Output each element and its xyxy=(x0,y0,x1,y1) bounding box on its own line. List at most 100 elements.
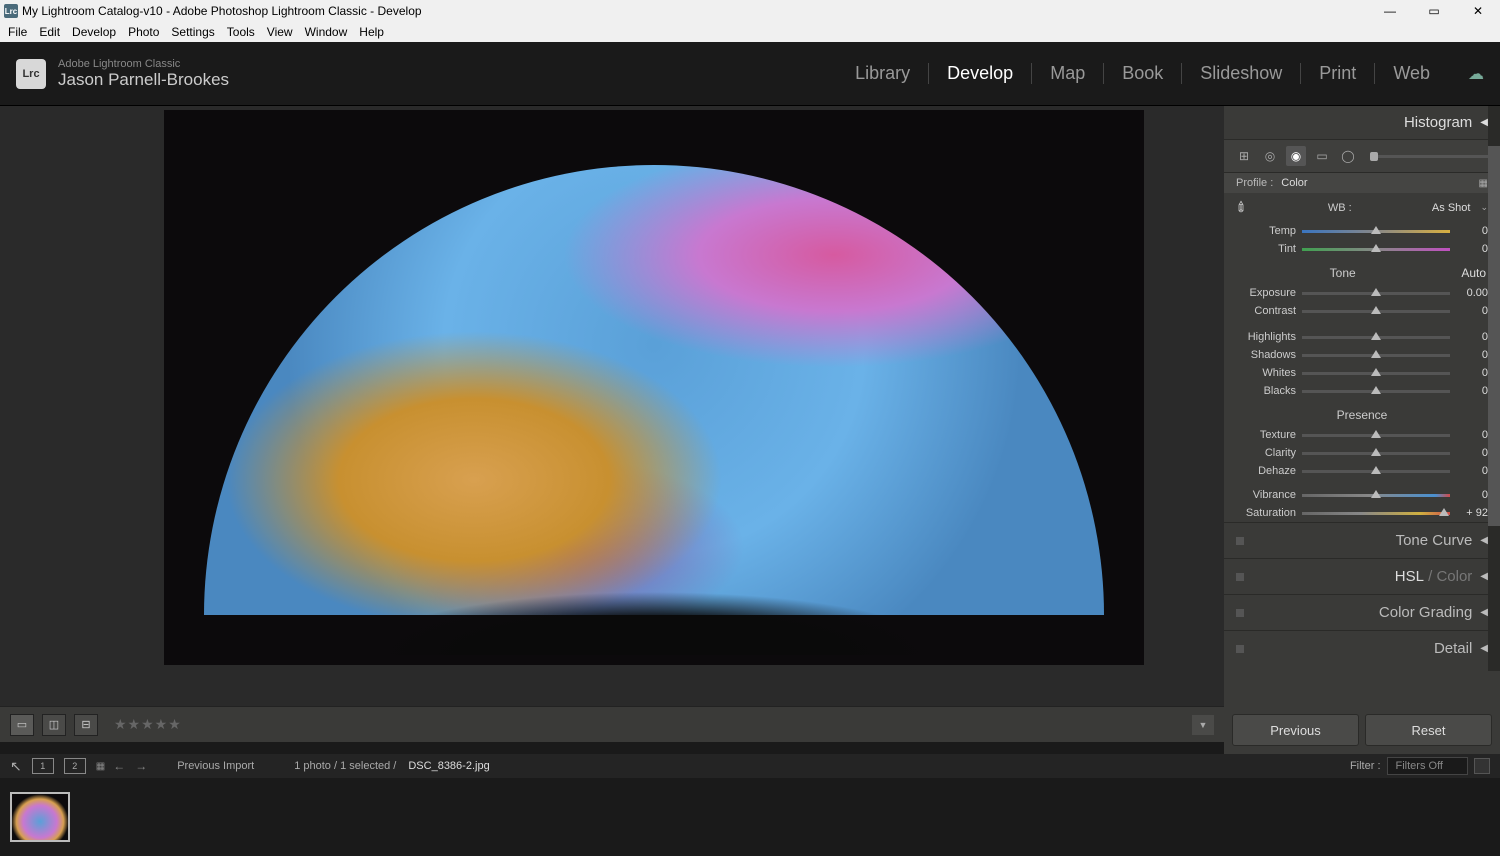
photo-count: 1 photo / 1 selected / xyxy=(294,760,396,772)
thumbnail[interactable] xyxy=(10,792,70,842)
clarity-slider[interactable] xyxy=(1302,452,1450,455)
minimize-icon[interactable]: — xyxy=(1380,4,1400,18)
texture-value[interactable]: 0 xyxy=(1456,429,1488,441)
whites-slider[interactable] xyxy=(1302,372,1450,375)
shadows-value[interactable]: 0 xyxy=(1456,349,1488,361)
maximize-icon[interactable]: ▭ xyxy=(1424,4,1444,18)
dehaze-slider[interactable] xyxy=(1302,470,1450,473)
hsl-color-panel[interactable]: HSL / Color◀ xyxy=(1224,558,1500,594)
module-book[interactable]: Book xyxy=(1103,63,1181,84)
menubar: File Edit Develop Photo Settings Tools V… xyxy=(0,22,1500,42)
collapse-icon: ◀ xyxy=(1480,571,1488,582)
highlights-value[interactable]: 0 xyxy=(1456,331,1488,343)
menu-window[interactable]: Window xyxy=(301,25,352,39)
blacks-label: Blacks xyxy=(1236,385,1296,397)
filter-label: Filter : xyxy=(1350,760,1381,772)
toolbar-menu-icon[interactable]: ▼ xyxy=(1192,715,1214,735)
module-map[interactable]: Map xyxy=(1031,63,1103,84)
tint-slider[interactable] xyxy=(1302,248,1450,251)
left-panel-collapsed[interactable] xyxy=(0,106,14,706)
panel-toggle-icon[interactable] xyxy=(1236,537,1244,545)
image-canvas[interactable] xyxy=(164,110,1144,665)
texture-slider[interactable] xyxy=(1302,434,1450,437)
clarity-value[interactable]: 0 xyxy=(1456,447,1488,459)
rating-stars[interactable]: ★★★★★ xyxy=(114,716,182,733)
mask-amount-slider[interactable] xyxy=(1370,155,1490,158)
cloud-sync-icon[interactable]: ☁ xyxy=(1468,64,1484,84)
tint-value[interactable]: 0 xyxy=(1456,243,1488,255)
source-label[interactable]: Previous Import xyxy=(177,760,254,772)
hsl-label: HSL xyxy=(1395,568,1424,585)
nav-back-icon[interactable]: ← xyxy=(113,759,125,773)
saturation-slider[interactable] xyxy=(1302,512,1450,515)
blacks-slider[interactable] xyxy=(1302,390,1450,393)
menu-edit[interactable]: Edit xyxy=(35,25,64,39)
wb-dropdown[interactable]: As Shot xyxy=(1432,202,1471,214)
loupe-view-button[interactable]: ▭ xyxy=(10,714,34,736)
module-slideshow[interactable]: Slideshow xyxy=(1181,63,1300,84)
before-after-lr-button[interactable]: ◫ xyxy=(42,714,66,736)
exposure-value[interactable]: 0.00 xyxy=(1456,287,1488,299)
histogram-panel-header[interactable]: Histogram ◀ xyxy=(1224,106,1500,139)
vibrance-slider[interactable] xyxy=(1302,494,1450,497)
product-name: Adobe Lightroom Classic xyxy=(58,58,229,70)
filter-dropdown[interactable]: Filters Off xyxy=(1387,757,1468,775)
temp-slider[interactable] xyxy=(1302,230,1450,233)
nav-forward-icon[interactable]: → xyxy=(135,759,147,773)
filmstrip[interactable] xyxy=(0,778,1500,856)
color-grading-panel[interactable]: Color Grading◀ xyxy=(1224,594,1500,630)
blacks-value[interactable]: 0 xyxy=(1456,385,1488,397)
menu-file[interactable]: File xyxy=(4,25,31,39)
previous-button[interactable]: Previous xyxy=(1232,714,1359,746)
highlights-label: Highlights xyxy=(1236,331,1296,343)
wb-eyedropper-icon[interactable]: ✐ xyxy=(1232,197,1252,217)
graduated-filter-icon[interactable]: ▭ xyxy=(1312,146,1332,166)
crop-tool-icon[interactable]: ⊞ xyxy=(1234,146,1254,166)
vibrance-value[interactable]: 0 xyxy=(1456,489,1488,501)
before-after-tb-button[interactable]: ⊟ xyxy=(74,714,98,736)
shadows-slider[interactable] xyxy=(1302,354,1450,357)
tone-curve-panel[interactable]: Tone Curve◀ xyxy=(1224,522,1500,558)
panel-buttons: Previous Reset xyxy=(1224,706,1500,754)
main-window-button[interactable]: 1 xyxy=(32,758,54,774)
exposure-slider[interactable] xyxy=(1302,292,1450,295)
menu-settings[interactable]: Settings xyxy=(167,25,218,39)
detail-panel[interactable]: Detail◀ xyxy=(1224,630,1500,666)
module-library[interactable]: Library xyxy=(837,63,928,84)
right-scrollbar[interactable] xyxy=(1488,106,1500,671)
spot-removal-icon[interactable]: ◎ xyxy=(1260,146,1280,166)
reset-button[interactable]: Reset xyxy=(1365,714,1492,746)
panel-toggle-icon[interactable] xyxy=(1236,609,1244,617)
filter-lock-icon[interactable] xyxy=(1474,758,1490,774)
panel-toggle-icon[interactable] xyxy=(1236,645,1244,653)
module-web[interactable]: Web xyxy=(1374,63,1448,84)
highlights-slider[interactable] xyxy=(1302,336,1450,339)
menu-view[interactable]: View xyxy=(263,25,297,39)
whites-value[interactable]: 0 xyxy=(1456,367,1488,379)
profile-value[interactable]: Color xyxy=(1281,177,1307,189)
menu-photo[interactable]: Photo xyxy=(124,25,163,39)
identity-plate: Jason Parnell-Brookes xyxy=(58,70,229,90)
second-window-button[interactable]: 2 xyxy=(64,758,86,774)
contrast-slider[interactable] xyxy=(1302,310,1450,313)
menu-help[interactable]: Help xyxy=(355,25,388,39)
tone-section-label: Tone xyxy=(1224,266,1461,280)
tone-curve-label: Tone Curve xyxy=(1396,532,1473,549)
dehaze-value[interactable]: 0 xyxy=(1456,465,1488,477)
presence-section-label: Presence xyxy=(1224,408,1500,422)
redeye-tool-icon[interactable]: ◉ xyxy=(1286,146,1306,166)
profile-browser-icon[interactable]: ▦ xyxy=(1479,178,1488,189)
module-develop[interactable]: Develop xyxy=(928,63,1031,84)
temp-value[interactable]: 0 xyxy=(1456,225,1488,237)
saturation-value[interactable]: + 92 xyxy=(1456,507,1488,519)
panel-toggle-icon[interactable] xyxy=(1236,573,1244,581)
close-icon[interactable]: ✕ xyxy=(1468,4,1488,18)
radial-filter-icon[interactable]: ◯ xyxy=(1338,146,1358,166)
grid-view-icon[interactable]: ▦ xyxy=(96,761,103,772)
module-print[interactable]: Print xyxy=(1300,63,1374,84)
menu-tools[interactable]: Tools xyxy=(223,25,259,39)
profile-label: Profile : xyxy=(1236,177,1273,189)
pointer-icon[interactable]: ↖ xyxy=(10,758,22,775)
contrast-value[interactable]: 0 xyxy=(1456,305,1488,317)
menu-develop[interactable]: Develop xyxy=(68,25,120,39)
